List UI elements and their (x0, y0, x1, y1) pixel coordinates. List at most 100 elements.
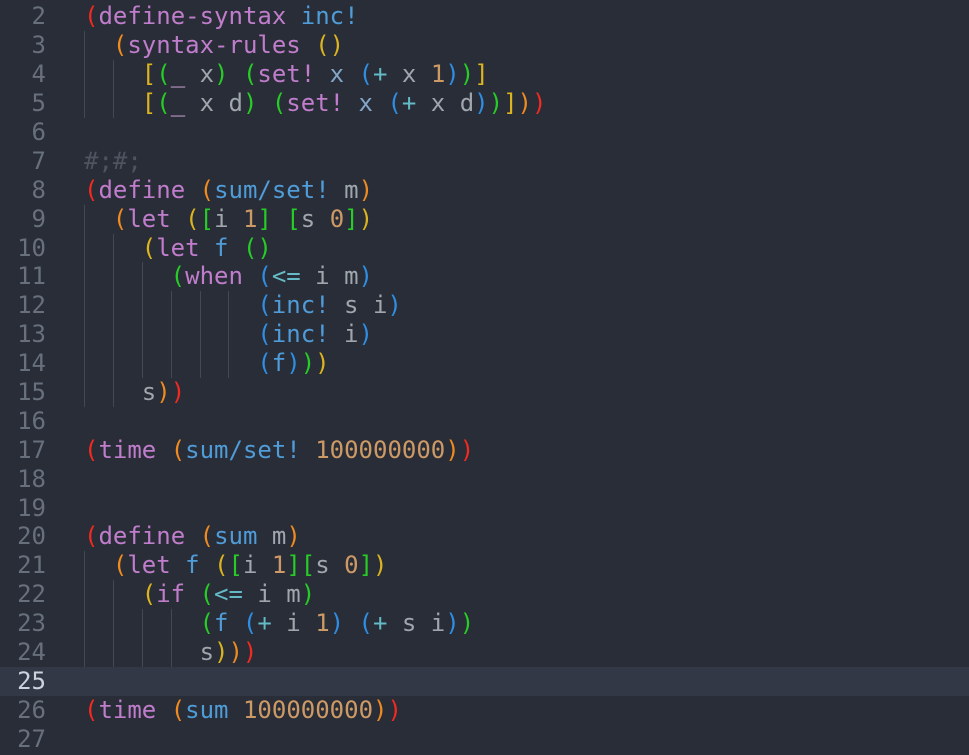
code-token: _ (170, 89, 186, 118)
code-line[interactable]: 24 s))) (0, 637, 969, 667)
code-token: <= (271, 262, 301, 291)
code-token: when (185, 262, 243, 291)
code-line[interactable]: 7 #;#; (0, 147, 969, 176)
code-line[interactable]: 15 s)) (0, 377, 969, 407)
code-token: ( (156, 60, 171, 89)
indent-guide (112, 320, 142, 350)
code-text: (define-syntax inc! (84, 2, 359, 31)
code-token: ) (358, 320, 373, 349)
code-line[interactable]: 2 (define-syntax inc! (0, 2, 969, 31)
code-line[interactable]: 14 (f))) (0, 349, 969, 378)
code-line[interactable]: 23 (f (+ i 1) (+ s i)) (0, 609, 969, 638)
line-number: 23 (17, 609, 46, 638)
line-number: 25 (17, 666, 46, 695)
code-line[interactable]: 11 (when (<= i m) (0, 262, 969, 292)
code-line[interactable]: 26 (time (sum 100000000)) (0, 696, 969, 725)
code-line[interactable]: 20 (define (sum m) (0, 522, 969, 551)
code-token: ] (358, 551, 374, 580)
code-line[interactable]: 27 (0, 725, 969, 754)
indent-guide (141, 349, 171, 378)
indent-guide (112, 637, 142, 667)
code-token: x (185, 60, 215, 89)
indent-guide (170, 320, 200, 350)
code-line-current[interactable]: 25 (0, 666, 969, 696)
line-number: 27 (17, 724, 46, 753)
code-line[interactable]: 22 (if (<= i m) (0, 580, 969, 610)
code-text: [(_ x) (set! x (+ x 1))] (84, 60, 489, 90)
indent-guide (228, 320, 257, 350)
code-text: (syntax-rules () (84, 31, 344, 61)
code-token: ( (84, 695, 99, 724)
line-number: 22 (17, 580, 46, 609)
indent-guide (84, 233, 113, 263)
code-line[interactable]: 5 [(_ x d) (set! x (+ x d))])) (0, 89, 969, 118)
code-token: i (329, 320, 359, 349)
line-number: 9 (31, 204, 46, 233)
code-token: define-syntax (98, 2, 287, 31)
line-number: 4 (31, 60, 46, 89)
code-line[interactable]: 18 (0, 465, 969, 494)
code-line[interactable]: 4 [(_ x) (set! x (+ x 1))] (0, 60, 969, 90)
code-token: ( (141, 233, 157, 262)
indent-guide (112, 349, 142, 378)
indent-guide (112, 60, 142, 90)
line-number: 18 (17, 464, 46, 493)
code-token: ( (156, 89, 171, 118)
line-number: 14 (17, 349, 46, 378)
code-text: (let ([i 1] [s 0]) (84, 204, 373, 234)
indent-guide (112, 609, 142, 638)
code-token: set! (286, 89, 345, 118)
code-line[interactable]: 13 (inc! i) (0, 320, 969, 350)
code-token: 1 (271, 551, 287, 580)
code-line[interactable]: 16 (0, 407, 969, 436)
code-token: let (156, 233, 200, 262)
code-token: f (214, 609, 229, 638)
code-line[interactable]: 19 (0, 494, 969, 523)
code-token: s (300, 204, 330, 233)
code-token: sum/set! (185, 435, 301, 464)
code-token: i m (242, 580, 301, 609)
code-line[interactable]: 6 (0, 118, 969, 147)
code-text: (time (sum 100000000)) (84, 696, 402, 725)
code-token: ( (315, 31, 330, 60)
code-token: s i (329, 291, 388, 320)
code-token: ( (257, 262, 272, 291)
code-token: [ (286, 204, 301, 233)
line-number: 16 (17, 406, 46, 435)
code-token: ) (300, 349, 316, 378)
code-text: (let f ([i 1][s 0]) (84, 551, 388, 581)
code-line[interactable]: 9 (let ([i 1] [s 0]) (0, 204, 969, 234)
code-text: (f (+ i 1) (+ s i)) (84, 609, 474, 638)
code-token: ( (358, 609, 373, 638)
code-token: i (214, 204, 243, 233)
code-line[interactable]: 8 (define (sum/set! m) (0, 176, 969, 205)
code-line[interactable]: 12 (inc! s i) (0, 291, 969, 321)
indent-guide (228, 349, 257, 378)
code-line[interactable]: 10 (let f () (0, 233, 969, 263)
code-editor[interactable]: 12(define-syntax inc!3(syntax-rules ()4[… (0, 0, 969, 755)
code-token: ( (170, 262, 186, 291)
code-line[interactable]: 17 (time (sum/set! 100000000)) (0, 436, 969, 465)
code-line[interactable]: 3 (syntax-rules () (0, 31, 969, 61)
code-token: sum (214, 522, 258, 551)
indent-guide (84, 580, 113, 610)
indent-guide (141, 637, 171, 667)
code-text: (if (<= i m) (84, 580, 315, 610)
indent-guide (170, 291, 200, 321)
code-token: x d (416, 89, 475, 118)
line-number: 5 (31, 89, 46, 118)
code-line[interactable]: 21 (let f ([i 1][s 0]) (0, 551, 969, 581)
line-number: 12 (17, 291, 46, 320)
line-number: 13 (17, 320, 46, 349)
code-token: ( (84, 435, 99, 464)
code-token: let (127, 204, 171, 233)
code-token: f (185, 551, 200, 580)
